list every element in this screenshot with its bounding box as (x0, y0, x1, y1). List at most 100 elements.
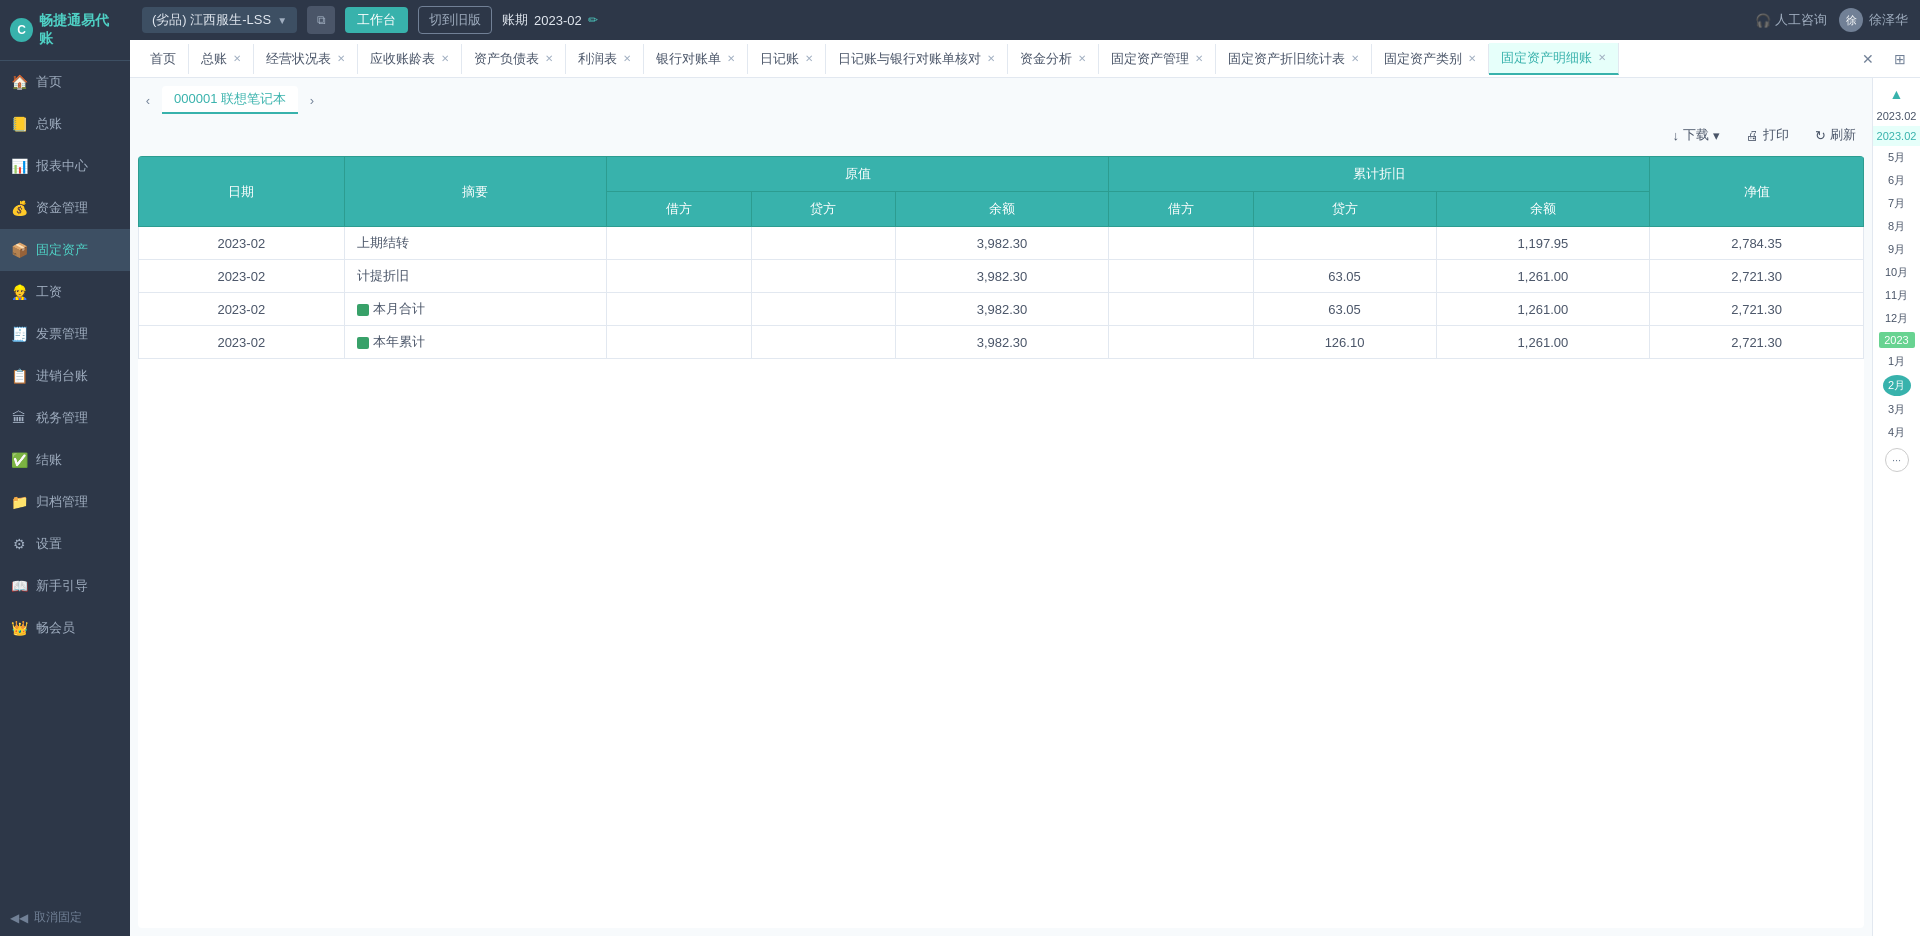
tab-ar-aging-close[interactable]: ✕ (441, 53, 449, 64)
tab-profit-close[interactable]: ✕ (623, 53, 631, 64)
print-button[interactable]: 🖨 打印 (1738, 122, 1797, 148)
download-button[interactable]: ↓ 下载 ▾ (1665, 122, 1729, 148)
tab-fa-depreciation[interactable]: 固定资产折旧统计表 ✕ (1216, 44, 1372, 74)
timeline-year-2023-active[interactable]: 2023.02 (1873, 126, 1920, 146)
tab-ar-aging[interactable]: 应收账龄表 ✕ (358, 44, 462, 74)
timeline-year-badge-2023[interactable]: 2023 (1879, 332, 1915, 348)
tab-fund-analysis[interactable]: 资金分析 ✕ (1008, 44, 1099, 74)
tab-bank-statement[interactable]: 银行对账单 ✕ (644, 44, 748, 74)
tab-fa-depreciation-label: 固定资产折旧统计表 (1228, 50, 1345, 68)
sidebar-item-fixed-assets[interactable]: 📦 固定资产 (0, 229, 130, 271)
sidebar-item-close-label: 结账 (36, 451, 62, 469)
funds-icon: 💰 (10, 199, 28, 217)
tab-fund-analysis-close[interactable]: ✕ (1078, 53, 1086, 64)
timeline-month-3[interactable]: 3月 (1873, 398, 1920, 421)
cell-orig-balance: 3,982.30 (895, 227, 1109, 260)
timeline-more-btn[interactable]: ··· (1885, 448, 1909, 472)
timeline-month-10[interactable]: 10月 (1873, 261, 1920, 284)
sidebar-item-archive-label: 归档管理 (36, 493, 88, 511)
sidebar-item-sales[interactable]: 📋 进销台账 (0, 355, 130, 397)
tab-fa-mgmt-label: 固定资产管理 (1111, 50, 1189, 68)
print-label: 打印 (1763, 126, 1789, 144)
tab-business-status-close[interactable]: ✕ (337, 53, 345, 64)
timeline-month-7[interactable]: 7月 (1873, 192, 1920, 215)
company-selector[interactable]: (劣品) 江西服生-LSS ▼ (142, 7, 297, 33)
tab-fa-detail[interactable]: 固定资产明细账 ✕ (1489, 43, 1619, 75)
timeline-month-12[interactable]: 12月 (1873, 307, 1920, 330)
timeline-year-2023-top[interactable]: 2023.02 (1873, 106, 1920, 126)
cell-accum-balance: 1,261.00 (1436, 293, 1650, 326)
tab-close-all-btn[interactable]: ✕ (1856, 47, 1880, 71)
sidebar-item-tax[interactable]: 🏛 税务管理 (0, 397, 130, 439)
timeline-month-4[interactable]: 4月 (1873, 421, 1920, 444)
tab-ledger-close[interactable]: ✕ (233, 53, 241, 64)
th-accumulated-depreciation: 累计折旧 (1109, 157, 1650, 192)
tab-fa-category[interactable]: 固定资产类别 ✕ (1372, 44, 1489, 74)
service-button[interactable]: 🎧 人工咨询 (1755, 11, 1827, 29)
workbench-label: 工作台 (357, 12, 396, 27)
tab-journal-reconcile[interactable]: 日记账与银行对账单核对 ✕ (826, 44, 1008, 74)
header: (劣品) 江西服生-LSS ▼ ⧉ 工作台 切到旧版 账期 2023-02 ✏ … (130, 0, 1920, 40)
tab-fa-depreciation-close[interactable]: ✕ (1351, 53, 1359, 64)
sidebar-item-settings[interactable]: ⚙ 设置 (0, 523, 130, 565)
sub-tab-laptop[interactable]: 000001 联想笔记本 (162, 86, 298, 114)
user-menu[interactable]: 徐 徐泽华 (1839, 8, 1908, 32)
refresh-button[interactable]: ↻ 刷新 (1807, 122, 1864, 148)
timeline-month-2-current[interactable]: 2月 (1883, 375, 1911, 396)
tab-balance-sheet[interactable]: 资产负债表 ✕ (462, 44, 566, 74)
copy-button[interactable]: ⧉ (307, 6, 335, 34)
period-value: 2023-02 (534, 13, 582, 28)
cell-orig-debit (607, 326, 751, 359)
timeline-month-6[interactable]: 6月 (1873, 169, 1920, 192)
period-edit-icon[interactable]: ✏ (588, 13, 598, 27)
tab-profit[interactable]: 利润表 ✕ (566, 44, 644, 74)
tab-journal-close[interactable]: ✕ (805, 53, 813, 64)
sidebar-item-guide[interactable]: 📖 新手引导 (0, 565, 130, 607)
sidebar-item-archive[interactable]: 📁 归档管理 (0, 481, 130, 523)
avatar: 徐 (1839, 8, 1863, 32)
sidebar-item-ledger[interactable]: 📒 总账 (0, 103, 130, 145)
tab-journal-reconcile-close[interactable]: ✕ (987, 53, 995, 64)
sub-tab-laptop-label: 000001 联想笔记本 (174, 91, 286, 106)
sub-tab-prev[interactable]: ‹ (138, 90, 158, 110)
sidebar-unpin-label: 取消固定 (34, 909, 82, 926)
tab-fa-category-close[interactable]: ✕ (1468, 53, 1476, 64)
sidebar-item-vip[interactable]: 👑 畅会员 (0, 607, 130, 649)
timeline-month-11[interactable]: 11月 (1873, 284, 1920, 307)
th-orig-credit: 贷方 (751, 192, 895, 227)
sidebar-item-salary[interactable]: 👷 工资 (0, 271, 130, 313)
timeline-month-5[interactable]: 5月 (1873, 146, 1920, 169)
fixed-assets-detail-table: 日期 摘要 原值 累计折旧 净值 借方 贷方 余额 借方 (138, 156, 1864, 359)
tab-fa-detail-label: 固定资产明细账 (1501, 49, 1592, 67)
sidebar-item-home[interactable]: 🏠 首页 (0, 61, 130, 103)
sidebar-item-funds[interactable]: 💰 资金管理 (0, 187, 130, 229)
cell-accum-credit: 126.10 (1253, 326, 1436, 359)
app-name: 畅捷通易代账 (39, 12, 120, 48)
tab-balance-sheet-close[interactable]: ✕ (545, 53, 553, 64)
cell-orig-credit (751, 326, 895, 359)
cell-summary: 上期结转 (344, 227, 607, 260)
company-dropdown-icon: ▼ (277, 15, 287, 26)
tab-ledger[interactable]: 总账 ✕ (189, 44, 254, 74)
sub-tab-next[interactable]: › (302, 90, 322, 110)
tab-business-status[interactable]: 经营状况表 ✕ (254, 44, 358, 74)
workbench-button[interactable]: 工作台 (345, 7, 408, 33)
tab-home[interactable]: 首页 (138, 44, 189, 74)
timeline-scroll-up[interactable]: ▲ (1886, 82, 1908, 106)
sidebar-unpin-btn[interactable]: ◀◀ 取消固定 (0, 899, 130, 936)
tab-fa-mgmt-close[interactable]: ✕ (1195, 53, 1203, 64)
tab-profit-label: 利润表 (578, 50, 617, 68)
sidebar-item-invoice[interactable]: 🧾 发票管理 (0, 313, 130, 355)
tab-journal[interactable]: 日记账 ✕ (748, 44, 826, 74)
sidebar-item-vip-label: 畅会员 (36, 619, 75, 637)
old-version-button[interactable]: 切到旧版 (418, 6, 492, 34)
timeline-month-9[interactable]: 9月 (1873, 238, 1920, 261)
tab-bank-statement-close[interactable]: ✕ (727, 53, 735, 64)
timeline-month-8[interactable]: 8月 (1873, 215, 1920, 238)
tab-fa-detail-close[interactable]: ✕ (1598, 52, 1606, 63)
timeline-month-1[interactable]: 1月 (1873, 350, 1920, 373)
tab-expand-btn[interactable]: ⊞ (1888, 47, 1912, 71)
sidebar-item-close[interactable]: ✅ 结账 (0, 439, 130, 481)
sidebar-item-reports[interactable]: 📊 报表中心 (0, 145, 130, 187)
tab-fa-mgmt[interactable]: 固定资产管理 ✕ (1099, 44, 1216, 74)
